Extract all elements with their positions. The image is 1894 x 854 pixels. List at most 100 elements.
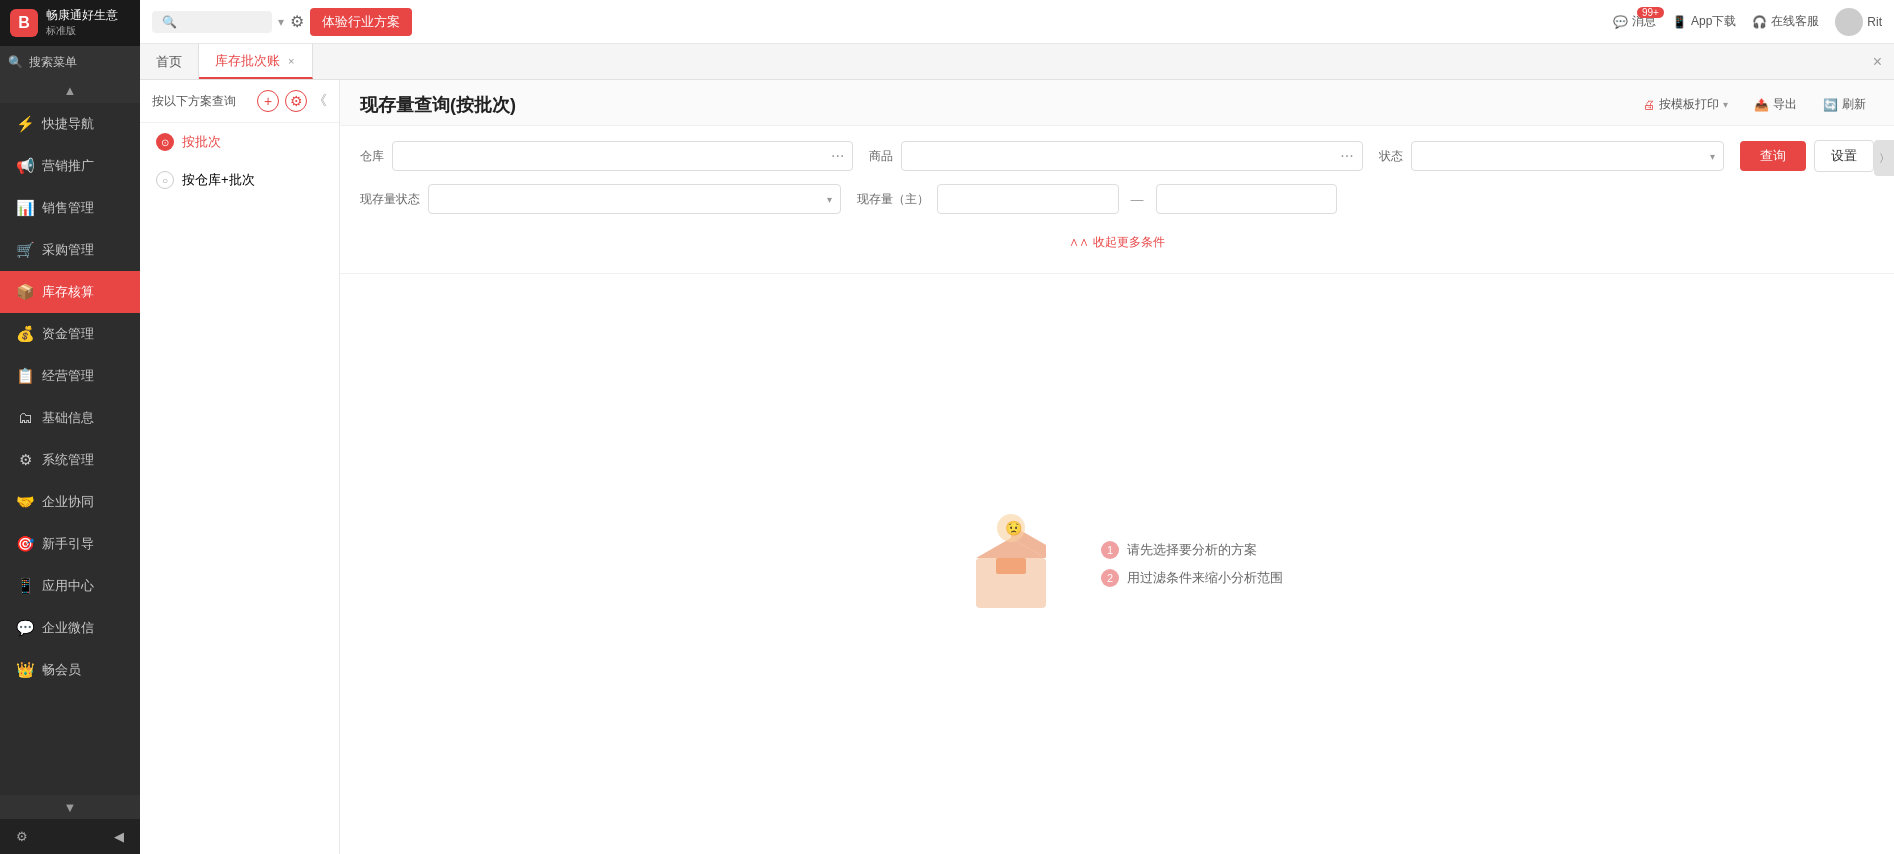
warehouse-input[interactable]: ··· [392, 141, 853, 171]
left-panel-title: 按以下方案查询 [152, 93, 236, 110]
search-icon: 🔍 [162, 15, 177, 29]
export-button[interactable]: 📤 导出 [1746, 92, 1805, 117]
sidebar-item-system[interactable]: ⚙ 系统管理 [0, 439, 140, 481]
tip-2-text: 用过滤条件来缩小分析范围 [1127, 569, 1283, 587]
notifications-button[interactable]: 💬 消息 99+ [1613, 13, 1656, 30]
collapse-more-button[interactable]: ∧∧ 收起更多条件 [360, 226, 1874, 259]
warehouse-dots[interactable]: ··· [831, 147, 844, 165]
settings-button[interactable]: 设置 [1814, 140, 1874, 172]
stock-status-select[interactable]: ▾ [428, 184, 841, 214]
user-avatar[interactable]: Rit [1835, 8, 1882, 36]
scroll-up-button[interactable]: ▲ [0, 79, 140, 103]
sidebar-item-basic[interactable]: 🗂 基础信息 [0, 397, 140, 439]
stock-status-chevron-icon: ▾ [827, 194, 832, 205]
tab-home[interactable]: 首页 [140, 44, 199, 79]
sidebar-item-marketing[interactable]: 📢 营销推广 [0, 145, 140, 187]
stock-qty-label: 现存量（主） [857, 191, 929, 208]
sidebar-item-wechat[interactable]: 💬 企业微信 [0, 607, 140, 649]
left-panel-header: 按以下方案查询 + ⚙ 《 [140, 80, 339, 123]
print-icon: 🖨 [1643, 98, 1655, 112]
system-icon: ⚙ [16, 451, 34, 469]
sidebar-item-inventory[interactable]: 📦 库存核算 [0, 271, 140, 313]
filter-row-1: 仓库 ··· 商品 ··· 状态 [360, 140, 1874, 172]
plan-by-batch[interactable]: ⊙ 按批次 [140, 123, 339, 161]
stock-qty-range: — [937, 184, 1338, 214]
page-title: 现存量查询(按批次) [360, 93, 516, 117]
product-input[interactable]: ··· [901, 141, 1362, 171]
collapse-label: 收起更多条件 [1093, 235, 1165, 249]
svg-rect-3 [996, 558, 1026, 574]
sidebar-item-operations[interactable]: 📋 经营管理 [0, 355, 140, 397]
tip-2-number: 2 [1101, 569, 1119, 587]
basic-icon: 🗂 [16, 409, 34, 426]
topbar-dropdown-icon[interactable]: ▾ [278, 15, 284, 29]
sidebar-item-sales[interactable]: 📊 销售管理 [0, 187, 140, 229]
search-label: 搜索菜单 [29, 54, 77, 71]
product-dots[interactable]: ··· [1340, 147, 1353, 165]
sidebar-item-enterprise[interactable]: 🤝 企业协同 [0, 481, 140, 523]
empty-tip-2: 2 用过滤条件来缩小分析范围 [1101, 569, 1283, 587]
sales-icon: 📊 [16, 199, 34, 217]
sidebar-item-label: 企业微信 [42, 619, 94, 637]
right-panel-close[interactable]: 〉 [1874, 140, 1894, 176]
sidebar-item-member[interactable]: 👑 畅会员 [0, 649, 140, 691]
refresh-button[interactable]: 🔄 刷新 [1815, 92, 1874, 117]
query-button[interactable]: 查询 [1740, 141, 1806, 171]
sidebar-item-purchase[interactable]: 🛒 采购管理 [0, 229, 140, 271]
purchase-icon: 🛒 [16, 241, 34, 259]
print-label: 按模板打印 [1659, 96, 1719, 113]
plan-settings-button[interactable]: ⚙ [285, 90, 307, 112]
sidebar-item-quick-nav[interactable]: ⚡ 快捷导航 [0, 103, 140, 145]
status-chevron-icon: ▾ [1710, 151, 1715, 162]
sidebar-item-finance[interactable]: 💰 资金管理 [0, 313, 140, 355]
main-content: 🔍 ▾ ⚙ 体验行业方案 💬 消息 99+ 📱 App下载 🎧 在线客服 [140, 0, 1894, 854]
empty-tip-1: 1 请先选择要分析的方案 [1101, 541, 1283, 559]
page-header: 现存量查询(按批次) 🖨 按模板打印 ▾ 📤 导出 🔄 刷新 [340, 80, 1894, 126]
search-icon: 🔍 [8, 55, 23, 69]
sidebar-item-newbie[interactable]: 🎯 新手引导 [0, 523, 140, 565]
app-download-label: App下载 [1691, 13, 1736, 30]
sidebar-settings-icon[interactable]: ⚙ [16, 829, 28, 844]
collapse-panel-button[interactable]: 《 [313, 92, 327, 110]
stock-qty-min-input[interactable] [937, 184, 1119, 214]
sidebar-item-label: 经营管理 [42, 367, 94, 385]
topbar-right: 💬 消息 99+ 📱 App下载 🎧 在线客服 Rit [1613, 8, 1882, 36]
experience-industry-button[interactable]: 体验行业方案 [310, 8, 412, 36]
sidebar-item-appstore[interactable]: 📱 应用中心 [0, 565, 140, 607]
sidebar-item-label: 库存核算 [42, 283, 94, 301]
app-logo: B [10, 9, 38, 37]
app-download-button[interactable]: 📱 App下载 [1672, 13, 1736, 30]
sidebar-header: B 畅康通好生意 标准版 [0, 0, 140, 46]
sidebar-item-label: 应用中心 [42, 577, 94, 595]
plan-by-warehouse-batch[interactable]: ○ 按仓库+批次 [140, 161, 339, 199]
topbar-search-box[interactable]: 🔍 [152, 11, 272, 33]
sidebar: B 畅康通好生意 标准版 🔍 搜索菜单 ▲ ⚡ 快捷导航 📢 营销推广 📊 销售… [0, 0, 140, 854]
tab-close-button[interactable]: × [286, 55, 296, 67]
sidebar-search[interactable]: 🔍 搜索菜单 [0, 46, 140, 79]
notification-icon: 💬 [1613, 15, 1628, 29]
svg-text:😟: 😟 [1005, 520, 1023, 537]
sidebar-item-label: 销售管理 [42, 199, 94, 217]
plan-batch-label: 按批次 [182, 133, 221, 151]
sidebar-collapse-icon[interactable]: ◀ [114, 829, 124, 844]
filter-row-2: 现存量状态 ▾ 现存量（主） — [360, 184, 1874, 214]
left-panel: 按以下方案查询 + ⚙ 《 ⊙ 按批次 ○ 按仓库+批次 [140, 80, 340, 854]
online-service-button[interactable]: 🎧 在线客服 [1752, 13, 1819, 30]
empty-illustration: 😟 [951, 503, 1071, 626]
scroll-down-button[interactable]: ▼ [0, 795, 140, 819]
tab-batch-label: 库存批次账 [215, 52, 280, 70]
topbar-settings-icon[interactable]: ⚙ [290, 12, 304, 31]
sidebar-item-label: 企业协同 [42, 493, 94, 511]
print-button[interactable]: 🖨 按模板打印 ▾ [1635, 92, 1736, 117]
filter-product: 商品 ··· [869, 141, 1362, 171]
content-area: 按以下方案查询 + ⚙ 《 ⊙ 按批次 ○ 按仓库+批次 现存量查询(按批次) [140, 80, 1894, 854]
sidebar-item-label: 营销推广 [42, 157, 94, 175]
topbar: 🔍 ▾ ⚙ 体验行业方案 💬 消息 99+ 📱 App下载 🎧 在线客服 [140, 0, 1894, 44]
topbar-breadcrumb: 🔍 ▾ ⚙ 体验行业方案 [152, 8, 1603, 36]
app-download-icon: 📱 [1672, 15, 1687, 29]
tab-batch-account[interactable]: 库存批次账 × [199, 44, 313, 79]
close-all-tabs-button[interactable]: × [1873, 53, 1882, 71]
add-plan-button[interactable]: + [257, 90, 279, 112]
stock-qty-max-input[interactable] [1156, 184, 1338, 214]
status-select[interactable]: ▾ [1411, 141, 1724, 171]
